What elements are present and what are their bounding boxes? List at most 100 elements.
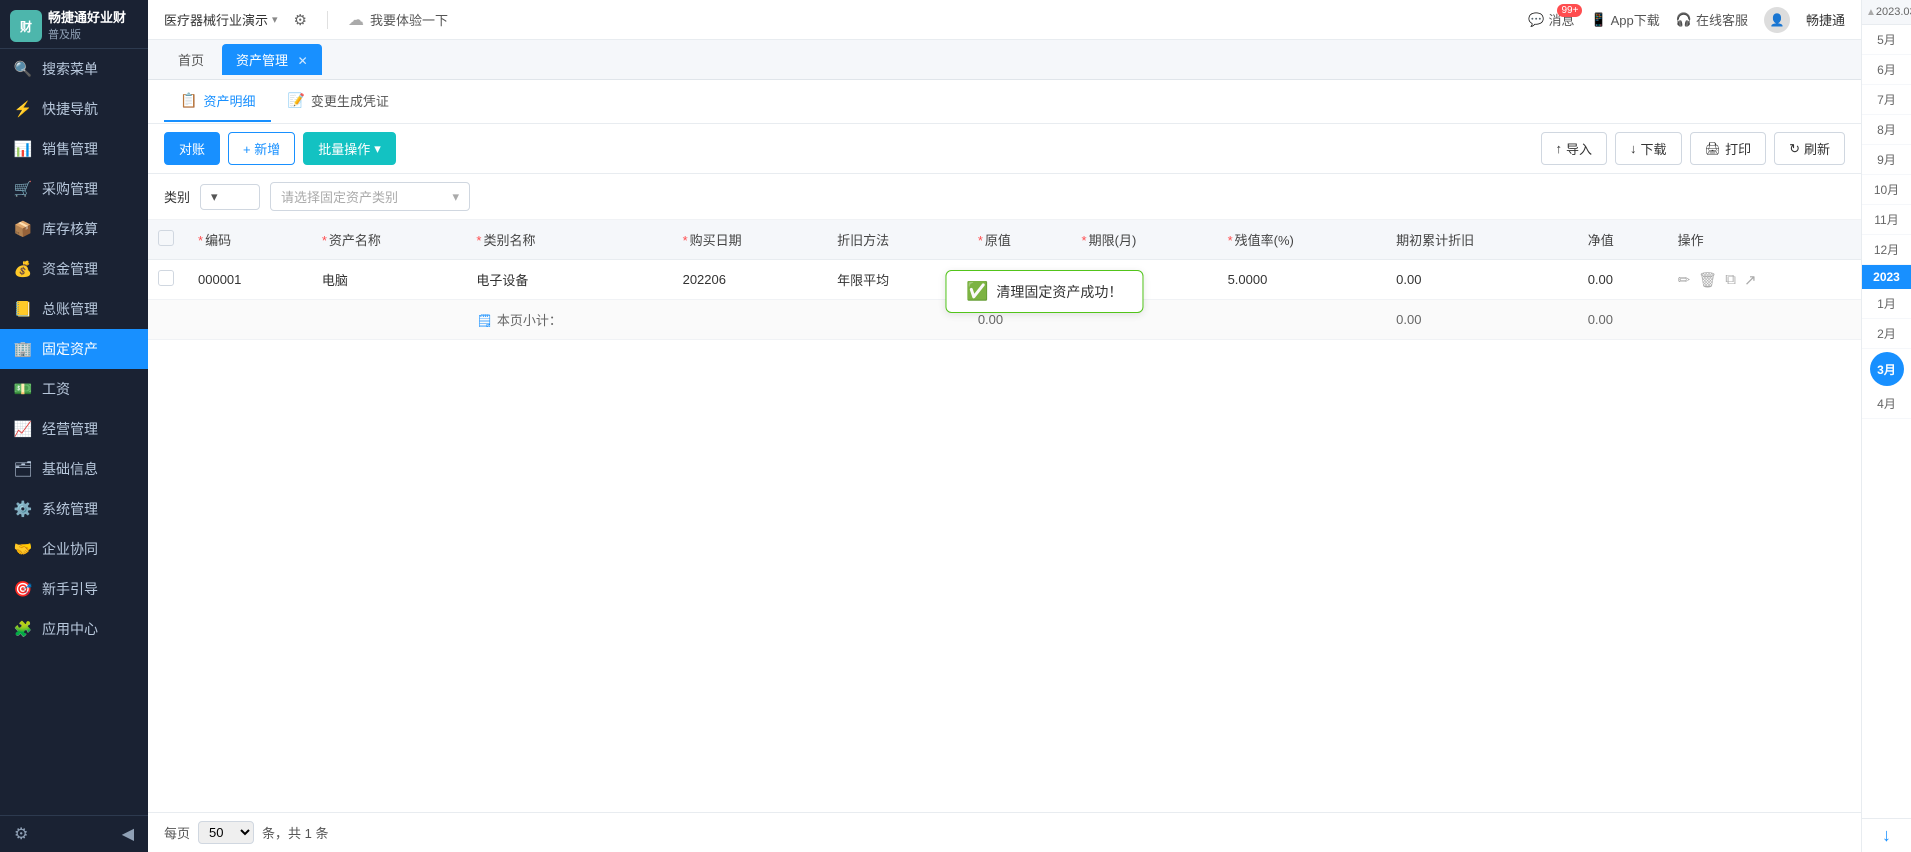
import-icon: ↑ <box>1556 141 1563 156</box>
tab-close-icon[interactable]: ✕ <box>298 54 308 68</box>
right-panel: ▲ 2023.03 ▼ 5月6月7月8月9月10月11月12月20231月2月3… <box>1861 0 1911 852</box>
category-select[interactable]: ▾ <box>200 184 260 210</box>
category-input[interactable]: 请选择固定资产类别 ▾ <box>270 182 470 211</box>
sidebar-label-5: 资金管理 <box>42 259 98 279</box>
topbar-divider <box>327 11 328 29</box>
experience-label: 我要体验一下 <box>370 10 448 29</box>
sidebar-item-新手引导[interactable]: 🎯新手引导 <box>0 569 148 609</box>
print-button[interactable]: 🖨 打印 <box>1690 132 1767 165</box>
sidebar-label-9: 经营管理 <box>42 419 98 439</box>
success-toast: ✅ 清理固定资产成功！ <box>945 270 1143 313</box>
sidebar-label-0: 搜索菜单 <box>42 59 98 79</box>
month-item-2[interactable]: 7月 <box>1862 85 1911 115</box>
collapse-icon[interactable]: ◀ <box>122 824 134 844</box>
settings-icon[interactable]: ⚙ <box>14 824 28 844</box>
month-item-12[interactable]: 4月 <box>1862 389 1911 419</box>
sidebar-item-系统管理[interactable]: ⚙️系统管理 <box>0 489 148 529</box>
sub-tab-asset-detail[interactable]: 📋 资产明细 <box>164 81 271 122</box>
sidebar-item-采购管理[interactable]: 🛒采购管理 <box>0 169 148 209</box>
th-original-value: *原值 <box>968 220 1072 260</box>
right-panel-up-icon[interactable]: ▲ <box>1866 7 1876 18</box>
copy-icon-0[interactable]: ⧉ <box>1725 271 1736 289</box>
month-item-1[interactable]: 6月 <box>1862 55 1911 85</box>
sidebar-item-搜索菜单[interactable]: 🔍搜索菜单 <box>0 49 148 89</box>
change-voucher-icon: 📝 <box>287 92 304 109</box>
refresh-icon: ↻ <box>1789 141 1800 157</box>
month-item-3[interactable]: 8月 <box>1862 115 1911 145</box>
app-download-btn[interactable]: 📱 App下载 <box>1590 10 1659 29</box>
service-btn[interactable]: 🎧 在线客服 <box>1676 10 1748 29</box>
edit-icon-0[interactable]: ✏ <box>1678 271 1691 289</box>
row-checkbox-0[interactable] <box>158 270 174 286</box>
sidebar-label-12: 企业协同 <box>42 539 98 559</box>
sub-tab-asset-detail-label: 资产明细 <box>203 91 255 110</box>
duizhang-button[interactable]: 对账 <box>164 132 220 165</box>
sidebar-item-快捷导航[interactable]: ⚡快捷导航 <box>0 89 148 129</box>
experience-btn[interactable]: ☁ 我要体验一下 <box>348 10 448 30</box>
sidebar-item-基础信息[interactable]: 🗂基础信息 <box>0 449 148 489</box>
message-btn[interactable]: 💬 消息 99+ <box>1528 10 1574 29</box>
user-avatar: 👤 <box>1764 7 1790 33</box>
tab-home[interactable]: 首页 <box>164 44 218 75</box>
sidebar-item-经营管理[interactable]: 📈经营管理 <box>0 409 148 449</box>
company-name: 医疗器械行业演示 <box>164 10 268 29</box>
batch-chevron-icon: ▾ <box>374 141 381 157</box>
header-checkbox[interactable] <box>158 230 174 246</box>
month-item-5[interactable]: 10月 <box>1862 175 1911 205</box>
month-item-7[interactable]: 12月 <box>1862 235 1911 265</box>
topbar-right: 💬 消息 99+ 📱 App下载 🎧 在线客服 👤 畅捷通 <box>1528 7 1845 33</box>
sidebar-item-企业协同[interactable]: 🤝 企业协同 <box>0 529 148 569</box>
td-name-0: 电脑 <box>312 260 467 300</box>
sidebar-label-7: 固定资产 <box>42 339 98 359</box>
refresh-button[interactable]: ↻ 刷新 <box>1774 132 1845 165</box>
sidebar-label-13: 新手引导 <box>42 579 98 599</box>
sidebar-item-总账管理[interactable]: 📒 总账管理 <box>0 289 148 329</box>
month-item-4[interactable]: 9月 <box>1862 145 1911 175</box>
logo-sub: 普及版 <box>48 26 126 42</box>
sidebar-label-3: 采购管理 <box>42 179 98 199</box>
sidebar-icon-6: 📒 <box>14 300 32 318</box>
month-item-10[interactable]: 2月 <box>1862 319 1911 349</box>
message-icon: 💬 <box>1528 12 1544 28</box>
sidebar-icon-5: 💰 <box>14 260 32 278</box>
new-button[interactable]: + 新增 <box>228 132 295 165</box>
company-selector[interactable]: 医疗器械行业演示 ▾ <box>164 10 278 29</box>
sidebar-item-资金管理[interactable]: 💰 资金管理 <box>0 249 148 289</box>
per-page-select[interactable]: 50 100 200 <box>198 821 254 844</box>
tabs-bar: 首页 资产管理 ✕ <box>148 40 1861 80</box>
sidebar-label-6: 总账管理 <box>42 299 98 319</box>
sidebar-label-1: 快捷导航 <box>42 99 98 119</box>
month-item-11[interactable]: 3月 <box>1870 352 1904 386</box>
td-residual-rate-0: 5.0000 <box>1218 260 1387 300</box>
topbar-settings-icon[interactable]: ⚙ <box>294 11 307 29</box>
sidebar-icon-10: 🗂 <box>14 460 32 478</box>
sub-tab-change-voucher-label: 变更生成凭证 <box>311 91 389 110</box>
batch-ops-button[interactable]: 批量操作 ▾ <box>303 132 396 165</box>
sidebar-item-工资[interactable]: 💵工资 <box>0 369 148 409</box>
sidebar-icon-8: 💵 <box>14 380 32 398</box>
table-header-row: *编码 *资产名称 *类别名称 *购买日期 折旧方法 *原值 *期限(月) *残… <box>148 220 1861 260</box>
month-item-9[interactable]: 1月 <box>1862 289 1911 319</box>
month-item-8[interactable]: 2023 <box>1862 265 1911 289</box>
sidebar-item-应用中心[interactable]: 🧩应用中心 <box>0 609 148 649</box>
pagination: 每页 50 100 200 条，共 1 条 <box>148 812 1861 852</box>
message-badge: 99+ <box>1557 4 1582 17</box>
sidebar-item-库存核算[interactable]: 📦库存核算 <box>0 209 148 249</box>
th-category: *类别名称 <box>466 220 672 260</box>
sub-tab-change-voucher[interactable]: 📝 变更生成凭证 <box>271 81 404 122</box>
download-button[interactable]: ↓ 下载 <box>1615 132 1682 165</box>
category-placeholder: 请选择固定资产类别 <box>281 187 398 206</box>
success-icon: ✅ <box>966 281 988 302</box>
more-icon-0[interactable]: ↗ <box>1744 271 1757 289</box>
success-message: 清理固定资产成功！ <box>996 282 1122 302</box>
sidebar-item-固定资产[interactable]: 🏢固定资产 <box>0 329 148 369</box>
right-panel-download[interactable]: ↓ <box>1862 818 1911 852</box>
delete-icon-0[interactable]: 🗑 <box>1698 271 1717 289</box>
month-item-0[interactable]: 5月 <box>1862 25 1911 55</box>
sidebar-icon-12: 🤝 <box>14 540 32 558</box>
import-button[interactable]: ↑ 导入 <box>1541 132 1608 165</box>
tab-asset-mgmt[interactable]: 资产管理 ✕ <box>222 44 322 75</box>
sidebar-item-销售管理[interactable]: 📊销售管理 <box>0 129 148 169</box>
th-depreciation-method: 折旧方法 <box>827 220 968 260</box>
month-item-6[interactable]: 11月 <box>1862 205 1911 235</box>
